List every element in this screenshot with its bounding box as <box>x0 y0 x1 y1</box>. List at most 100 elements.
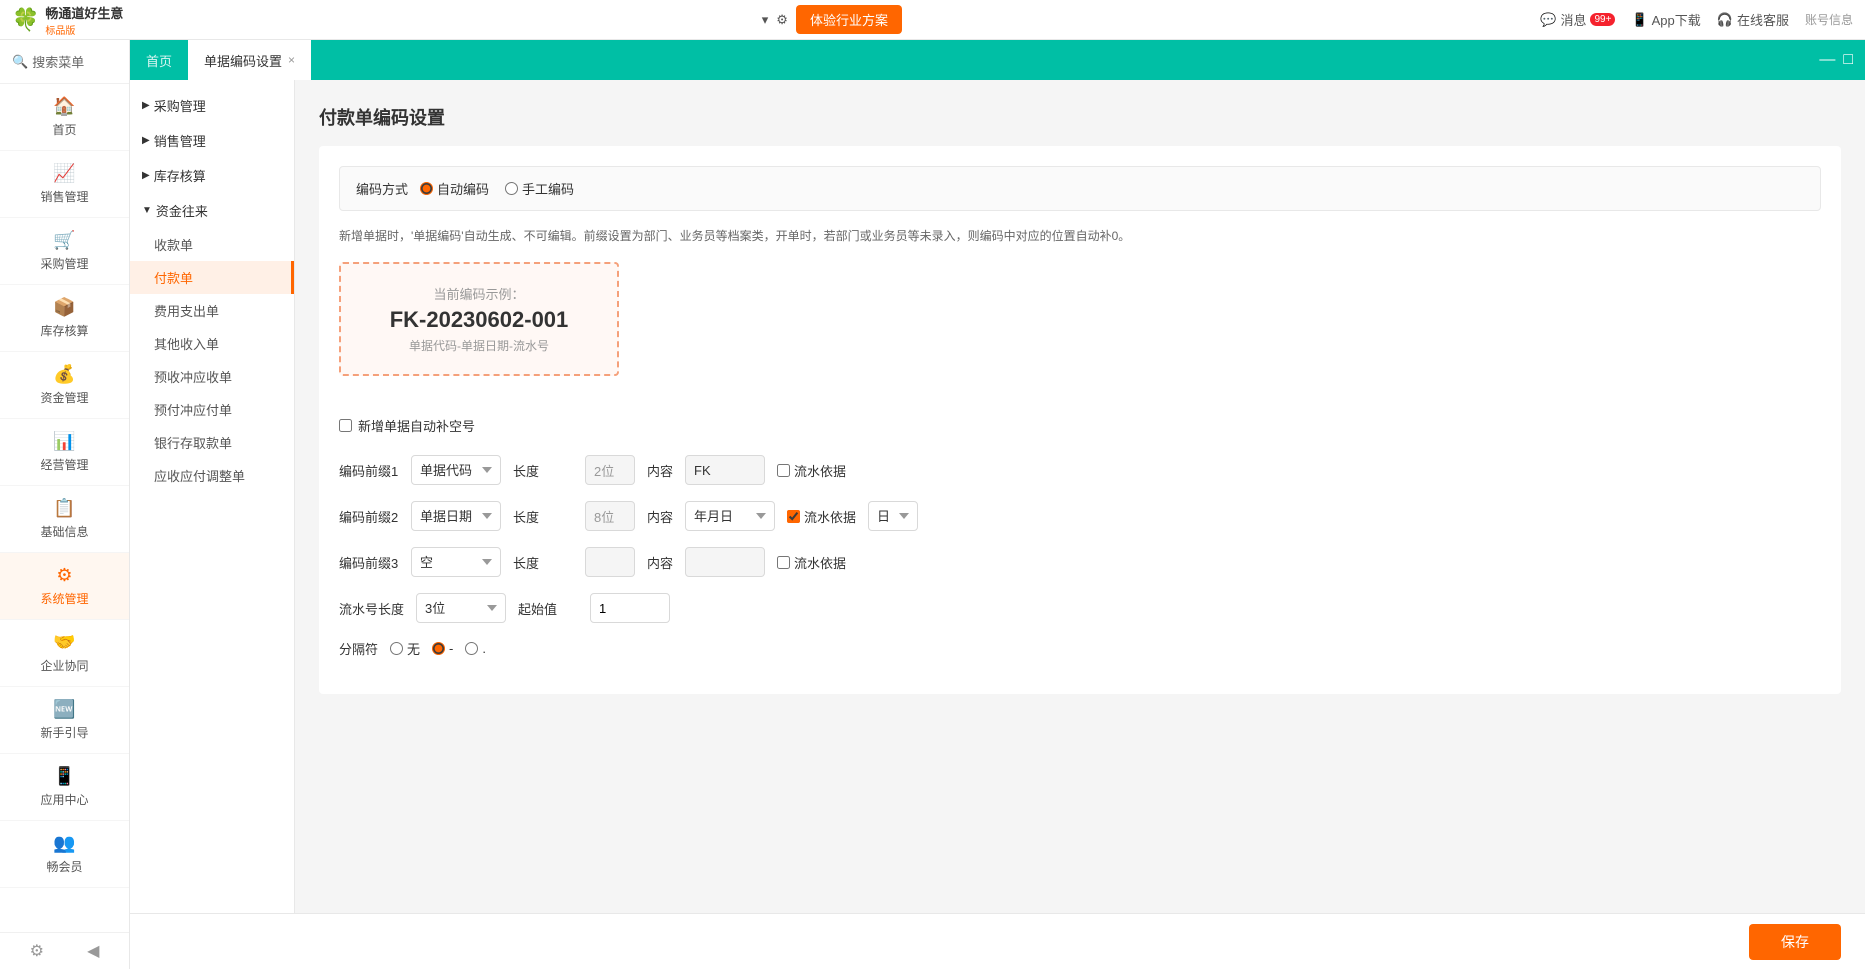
serial2-input[interactable] <box>787 510 800 523</box>
inventory-icon: 📦 <box>53 297 75 318</box>
sub-sidebar: ▶ 采购管理 ▶ 销售管理 ▶ 库存核算 <box>130 80 295 913</box>
auto-encode-radio[interactable]: 自动编码 <box>420 179 489 198</box>
content3-input[interactable] <box>685 547 765 577</box>
serial-row: 流水号长度 3位 4位 5位 起始值 <box>339 593 1821 623</box>
sidebar-settings-btn[interactable]: ⚙ <box>30 941 44 961</box>
sub-item-bank-deposit[interactable]: 银行存取款单 <box>130 426 294 459</box>
topbar-left: 🍀 畅通道好生意 标品版 <box>12 3 123 37</box>
serial1-input[interactable] <box>777 464 790 477</box>
serial3-input[interactable] <box>777 556 790 569</box>
length2-input <box>585 501 635 531</box>
prefix3-row: 编码前缀3 空 长度 内容 流水依据 <box>339 547 1821 577</box>
tab-close-btn[interactable]: × <box>288 53 295 67</box>
encoding-method-label: 编码方式 <box>356 179 408 198</box>
content1-input[interactable] <box>685 455 765 485</box>
dropdown-btn[interactable]: ▾ <box>762 12 769 28</box>
sep-none-input[interactable] <box>390 642 403 655</box>
company-info: 畅通道好生意 标品版 <box>45 3 123 37</box>
prefix1-row: 编码前缀1 单据代码 长度 内容 流水依据 <box>339 455 1821 485</box>
separator-label: 分隔符 <box>339 639 378 658</box>
sidebar-item-basic[interactable]: 📋 基础信息 <box>0 486 129 553</box>
serial1-checkbox[interactable]: 流水依据 <box>777 461 846 480</box>
sidebar-item-system[interactable]: ⚙ 系统管理 <box>0 553 129 620</box>
app-download-btn[interactable]: 📱 App下载 <box>1631 10 1700 29</box>
sub-group-finance-title[interactable]: ▼ 资金往来 <box>130 193 294 228</box>
separator-row: 分隔符 无 - . <box>339 639 1821 658</box>
sub-item-payment[interactable]: 付款单 <box>130 261 294 294</box>
sub-item-payable-adjust[interactable]: 应收应付调整单 <box>130 459 294 492</box>
manual-encode-input[interactable] <box>505 182 518 195</box>
start-value-input[interactable] <box>590 593 670 623</box>
topbar-center: ▾ ⚙ 体验行业方案 <box>762 5 902 34</box>
sidebar-item-member[interactable]: 👥 畅会员 <box>0 821 129 888</box>
online-service-btn[interactable]: 🎧 在线客服 <box>1717 10 1789 29</box>
serial2-checkbox[interactable]: 流水依据 <box>787 507 856 526</box>
tab-maximize-btn[interactable]: □ <box>1843 51 1853 69</box>
prefix2-select[interactable]: 单据日期 <box>411 501 501 531</box>
search-menu-btn[interactable]: 🔍 搜索菜单 <box>8 48 121 75</box>
info-text: 新增单据时，'单据编码'自动生成、不可编辑。前缀设置为部门、业务员等档案类，开单… <box>339 227 1821 246</box>
sub-group-inventory-title[interactable]: ▶ 库存核算 <box>130 158 294 193</box>
tab-encoding-settings[interactable]: 单据编码设置 × <box>188 40 311 80</box>
tab-actions: — □ <box>1819 51 1865 69</box>
chevron-right-icon2: ▶ <box>142 135 150 146</box>
start-value-label: 起始值 <box>518 599 578 618</box>
sub-item-receipt[interactable]: 收款单 <box>130 228 294 261</box>
system-icon: ⚙ <box>56 565 72 586</box>
chevron-down-icon: ▼ <box>142 205 152 216</box>
tab-home[interactable]: 首页 <box>130 40 188 80</box>
message-btn[interactable]: 💬 消息 99+ <box>1540 10 1615 29</box>
sidebar-item-guide[interactable]: 🆕 新手引导 <box>0 687 129 754</box>
sidebar-item-inventory[interactable]: 📦 库存核算 <box>0 285 129 352</box>
save-btn[interactable]: 保存 <box>1749 924 1841 960</box>
prefix3-select[interactable]: 空 <box>411 547 501 577</box>
prefix1-select[interactable]: 单据代码 <box>411 455 501 485</box>
tab-minimize-btn[interactable]: — <box>1819 51 1835 69</box>
message-icon: 💬 <box>1540 12 1556 28</box>
sub-item-other-income[interactable]: 其他收入单 <box>130 327 294 360</box>
serial3-checkbox[interactable]: 流水依据 <box>777 553 846 572</box>
manual-encode-radio[interactable]: 手工编码 <box>505 179 574 198</box>
preview-area: 当前编码示例： FK-20230602-001 单据代码-单据日期-流水号 <box>339 262 1821 396</box>
sidebar-item-app[interactable]: 📱 应用中心 <box>0 754 129 821</box>
sidebar-item-finance[interactable]: 💰 资金管理 <box>0 352 129 419</box>
sub-group-purchase-title[interactable]: ▶ 采购管理 <box>130 88 294 123</box>
content2-label: 内容 <box>647 507 673 526</box>
sep-dash-radio[interactable]: - <box>432 641 453 656</box>
sidebar-item-operations[interactable]: 📊 经营管理 <box>0 419 129 486</box>
encoding-method-row: 编码方式 自动编码 手工编码 <box>339 166 1821 211</box>
sub-item-prepay-payable[interactable]: 预付冲应付单 <box>130 393 294 426</box>
encoding-radio-group: 自动编码 手工编码 <box>420 179 574 198</box>
prefix2-label: 编码前缀2 <box>339 507 399 526</box>
sidebar-bottom: ⚙ ◀ <box>0 932 129 969</box>
app-center-icon: 📱 <box>53 766 75 787</box>
prefix2-row: 编码前缀2 单据日期 长度 内容 年月日 流水依据 <box>339 501 1821 531</box>
sep-dot-radio[interactable]: . <box>465 641 486 656</box>
preview-box: 当前编码示例： FK-20230602-001 单据代码-单据日期-流水号 <box>339 262 619 376</box>
auto-fill-checkbox[interactable] <box>339 419 352 432</box>
auto-encode-input[interactable] <box>420 182 433 195</box>
sidebar-item-purchase[interactable]: 🛒 采购管理 <box>0 218 129 285</box>
sidebar-collapse-btn[interactable]: ◀ <box>87 941 99 961</box>
length1-input <box>585 455 635 485</box>
sidebar-item-enterprise[interactable]: 🤝 企业协同 <box>0 620 129 687</box>
sub-group-sales-title[interactable]: ▶ 销售管理 <box>130 123 294 158</box>
sidebar-item-home[interactable]: 🏠 首页 <box>0 84 129 151</box>
main-layout: 🔍 搜索菜单 🏠 首页 📈 销售管理 🛒 采购管理 📦 库存核算 💰 <box>0 40 1865 969</box>
day-select[interactable]: 日 月 年 <box>868 501 918 531</box>
settings-btn[interactable]: ⚙ <box>776 12 788 28</box>
guide-icon: 🆕 <box>53 699 75 720</box>
sep-none-radio[interactable]: 无 <box>390 639 420 658</box>
basic-icon: 📋 <box>53 498 75 519</box>
serial-length-select[interactable]: 3位 4位 5位 <box>416 593 506 623</box>
sub-item-expense[interactable]: 费用支出单 <box>130 294 294 327</box>
sidebar-item-sales[interactable]: 📈 销售管理 <box>0 151 129 218</box>
sub-group-sales: ▶ 销售管理 <box>130 123 294 158</box>
sep-dot-input[interactable] <box>465 642 478 655</box>
length3-label: 长度 <box>513 553 573 572</box>
content2-select[interactable]: 年月日 <box>685 501 775 531</box>
sub-item-prepay-receivable[interactable]: 预收冲应收单 <box>130 360 294 393</box>
sidebar-items: 🏠 首页 📈 销售管理 🛒 采购管理 📦 库存核算 💰 资金管理 📊 经 <box>0 84 129 932</box>
experience-btn[interactable]: 体验行业方案 <box>796 5 902 34</box>
sep-dash-input[interactable] <box>432 642 445 655</box>
